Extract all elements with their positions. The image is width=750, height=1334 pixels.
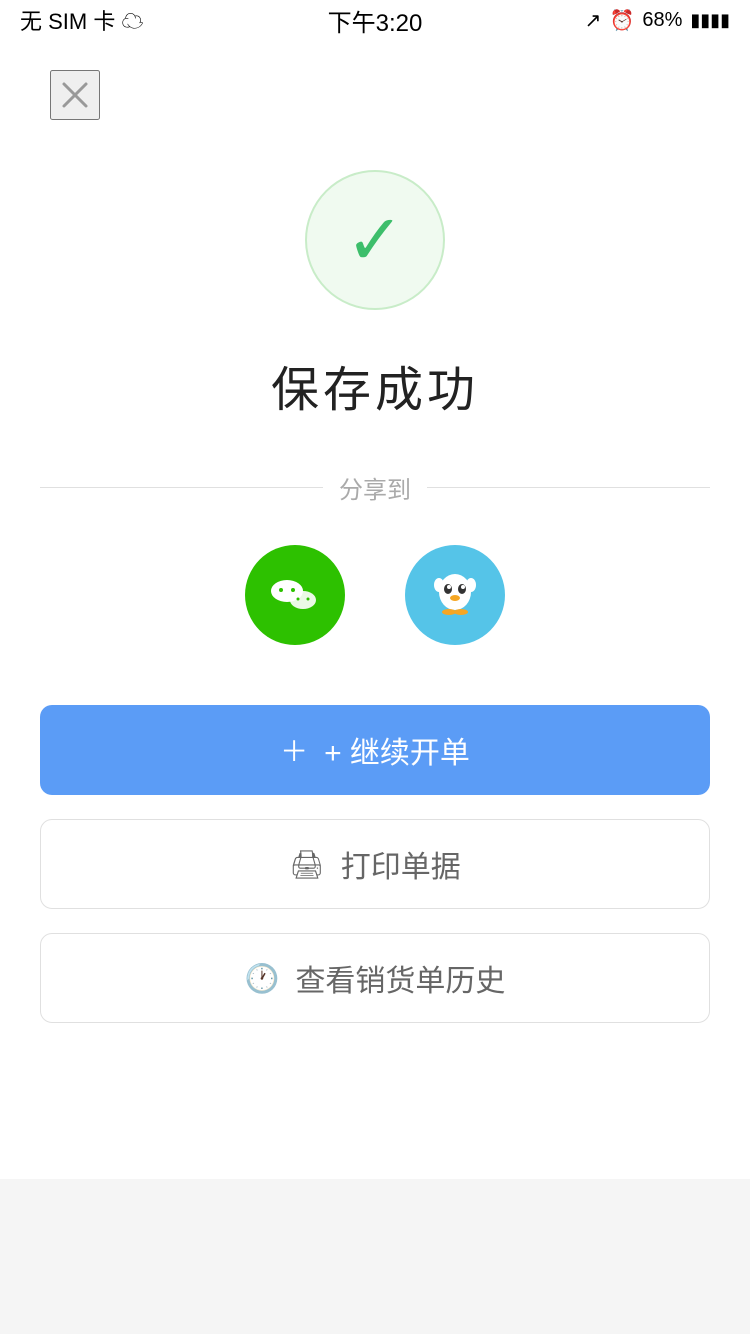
close-icon [60,80,90,110]
share-label: 分享到 [339,470,411,505]
action-buttons: ＋ + 继续开单 🖨 打印单据 🕐 查看销货单历史 [40,705,710,1023]
status-time: 下午3:20 [328,3,423,38]
success-icon-wrapper: ✓ [305,170,445,310]
battery-label: 68% [642,9,682,32]
battery-icon: ▮▮▮▮ [690,10,730,31]
bottom-area [0,1179,750,1334]
alarm-icon: ⏰ [609,8,634,33]
qq-share-button[interactable] [405,545,505,645]
no-sim-label: 无 SIM 卡 ☁ [20,4,143,36]
print-label: 打印单据 [341,842,461,886]
history-icon: 🕐 [245,962,280,995]
checkmark-icon: ✓ [346,205,405,275]
close-button[interactable] [50,70,100,120]
history-button[interactable]: 🕐 查看销货单历史 [40,933,710,1023]
share-section: 分享到 [40,470,710,645]
plus-icon: ＋ [280,730,308,770]
status-right: ↗ ⏰ 68% ▮▮▮▮ [585,8,730,33]
share-divider: 分享到 [40,470,710,505]
wechat-share-button[interactable] [245,545,345,645]
status-bar: 无 SIM 卡 ☁ 下午3:20 ↗ ⏰ 68% ▮▮▮▮ [0,0,750,40]
qq-icon [425,565,485,625]
wechat-icon [265,565,325,625]
location-icon: ↗ [585,8,602,33]
share-icons [40,545,710,645]
history-label: 查看销货单历史 [295,956,505,1000]
print-button[interactable]: 🖨 打印单据 [40,819,710,909]
main-content: ✓ 保存成功 分享到 [0,40,750,1179]
success-title: 保存成功 [271,350,479,420]
status-left: 无 SIM 卡 ☁ [20,4,143,36]
print-icon: 🖨 [289,848,325,881]
continue-label: + 继续开单 [324,728,470,772]
continue-button[interactable]: ＋ + 继续开单 [40,705,710,795]
